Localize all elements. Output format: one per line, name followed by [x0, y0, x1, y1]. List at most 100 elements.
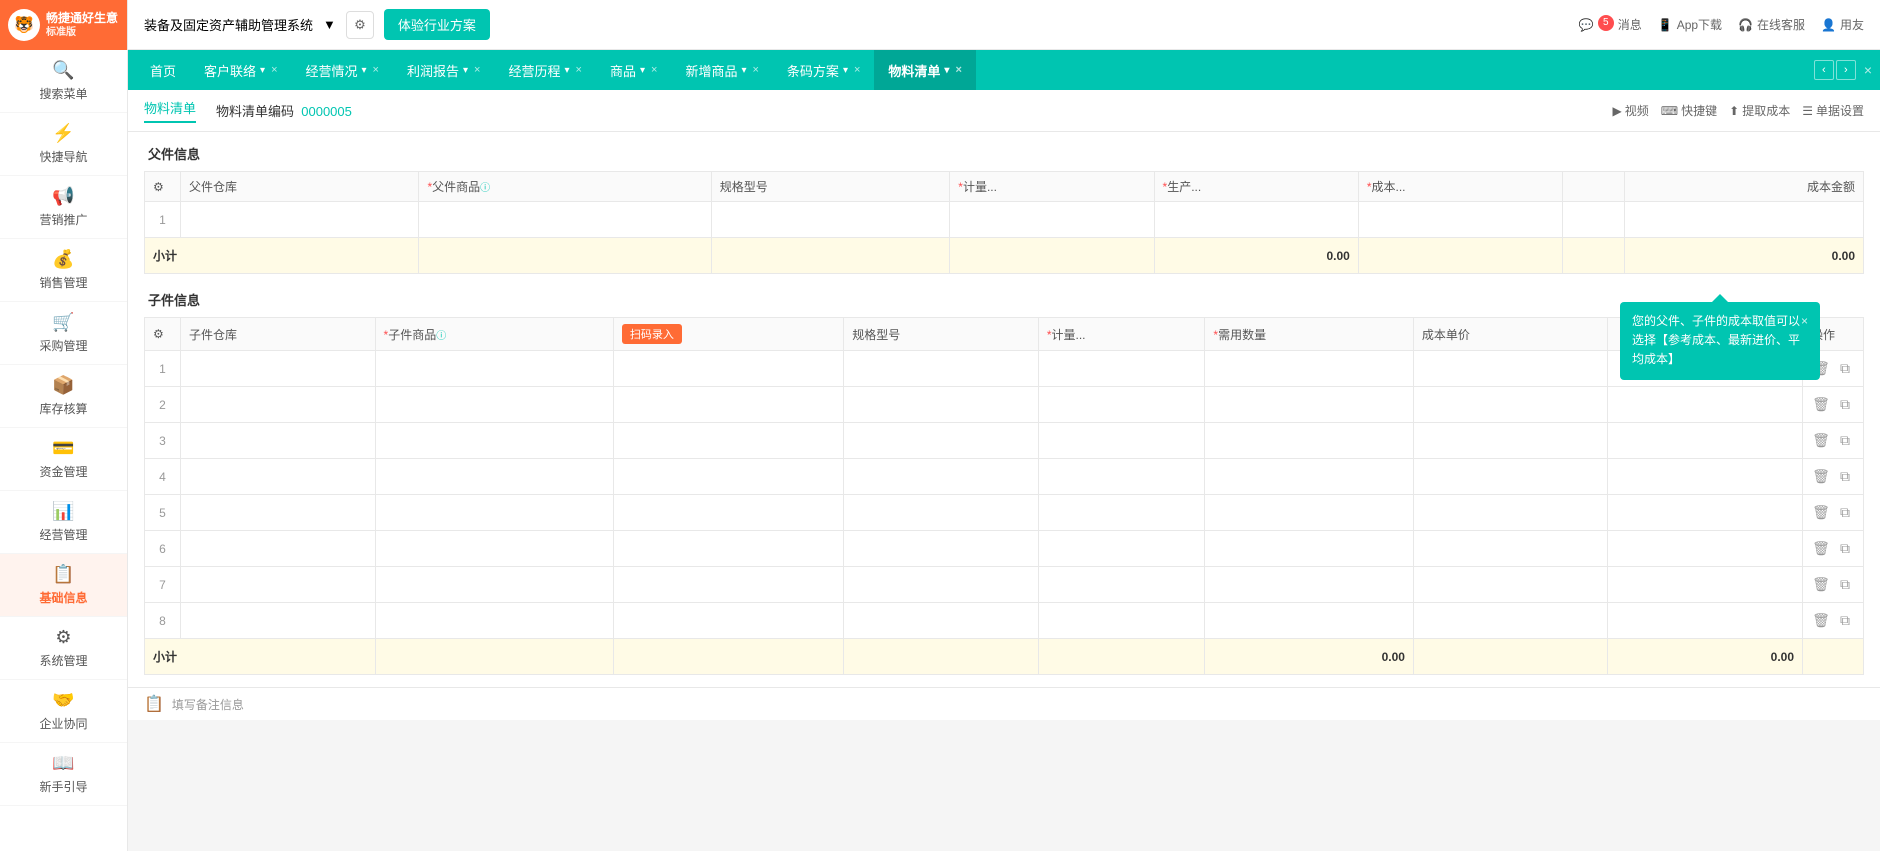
nav-tab-0[interactable]: 首页 [136, 50, 190, 90]
parent-spec-cell[interactable] [711, 202, 949, 238]
child-product-0[interactable] [375, 351, 613, 387]
child-spec-1[interactable] [844, 387, 1039, 423]
copy-btn-1[interactable]: ⧉ [1835, 395, 1855, 415]
child-measure-2[interactable] [1038, 423, 1205, 459]
parent-produce-cell[interactable] [1154, 202, 1358, 238]
child-spec-7[interactable] [844, 603, 1039, 639]
child-qty-0[interactable] [1205, 351, 1414, 387]
message-btn[interactable]: 💬 5 消息 [1579, 16, 1642, 33]
child-warehouse-6[interactable] [181, 567, 376, 603]
child-unit-cost-1[interactable] [1413, 387, 1608, 423]
child-spec-6[interactable] [844, 567, 1039, 603]
parent-warehouse-cell[interactable] [181, 202, 419, 238]
child-warehouse-0[interactable] [181, 351, 376, 387]
parent-measure-cell[interactable] [950, 202, 1154, 238]
nav-tab-close-6[interactable]: × [752, 64, 758, 76]
sidebar-item-7[interactable]: 📊经营管理 [0, 491, 127, 554]
sidebar-item-8[interactable]: 📋基础信息 [0, 554, 127, 617]
child-measure-5[interactable] [1038, 531, 1205, 567]
child-product-5[interactable] [375, 531, 613, 567]
child-warehouse-1[interactable] [181, 387, 376, 423]
extract-cost-btn[interactable]: ⬆ 提取成本 [1729, 102, 1790, 119]
delete-btn-4[interactable]: 🗑 [1811, 503, 1831, 523]
sidebar-item-3[interactable]: 💰销售管理 [0, 239, 127, 302]
nav-tab-6[interactable]: 新增商品▾× [671, 50, 772, 90]
single-setting-btn[interactable]: ☰ 单据设置 [1802, 102, 1864, 119]
delete-btn-3[interactable]: 🗑 [1811, 467, 1831, 487]
nav-tab-2[interactable]: 经营情况▾× [292, 50, 393, 90]
child-warehouse-2[interactable] [181, 423, 376, 459]
parent-th-gear[interactable]: ⚙ [145, 172, 181, 202]
child-product-4[interactable] [375, 495, 613, 531]
child-unit-cost-5[interactable] [1413, 531, 1608, 567]
child-measure-4[interactable] [1038, 495, 1205, 531]
experience-btn[interactable]: 体验行业方案 [384, 9, 490, 40]
sidebar-item-5[interactable]: 📦库存核算 [0, 365, 127, 428]
sidebar-item-1[interactable]: ⚡快捷导航 [0, 113, 127, 176]
gear-button[interactable]: ⚙ [346, 11, 374, 39]
child-measure-6[interactable] [1038, 567, 1205, 603]
delete-btn-1[interactable]: 🗑 [1811, 395, 1831, 415]
sidebar-item-0[interactable]: 🔍搜索菜单 [0, 50, 127, 113]
delete-btn-2[interactable]: 🗑 [1811, 431, 1831, 451]
nav-tab-8[interactable]: 物料清单▾× [874, 50, 975, 90]
child-warehouse-3[interactable] [181, 459, 376, 495]
online-service-btn[interactable]: 🎧 在线客服 [1738, 16, 1805, 33]
nav-tab-close-5[interactable]: × [651, 64, 657, 76]
delete-btn-5[interactable]: 🗑 [1811, 539, 1831, 559]
user-menu[interactable]: 👤 用友 [1821, 16, 1864, 33]
tab-bom-list[interactable]: 物料清单 [144, 98, 196, 123]
sidebar-item-6[interactable]: 💳资金管理 [0, 428, 127, 491]
nav-tab-close-7[interactable]: × [854, 64, 860, 76]
scan-btn[interactable]: 扫码录入 [622, 324, 682, 344]
child-qty-4[interactable] [1205, 495, 1414, 531]
nav-tab-1[interactable]: 客户联络▾× [190, 50, 291, 90]
child-spec-4[interactable] [844, 495, 1039, 531]
child-measure-3[interactable] [1038, 459, 1205, 495]
child-unit-cost-4[interactable] [1413, 495, 1608, 531]
child-spec-5[interactable] [844, 531, 1039, 567]
child-spec-3[interactable] [844, 459, 1039, 495]
nav-tab-close-8[interactable]: × [955, 64, 961, 76]
nav-tab-7[interactable]: 条码方案▾× [773, 50, 874, 90]
child-product-3[interactable] [375, 459, 613, 495]
child-qty-1[interactable] [1205, 387, 1414, 423]
copy-btn-5[interactable]: ⧉ [1835, 539, 1855, 559]
child-qty-2[interactable] [1205, 423, 1414, 459]
child-product-2[interactable] [375, 423, 613, 459]
child-warehouse-7[interactable] [181, 603, 376, 639]
nav-tab-close-3[interactable]: × [474, 64, 480, 76]
child-warehouse-4[interactable] [181, 495, 376, 531]
nav-tab-close-2[interactable]: × [373, 64, 379, 76]
child-spec-0[interactable] [844, 351, 1039, 387]
child-unit-cost-0[interactable] [1413, 351, 1608, 387]
child-th-gear[interactable]: ⚙ [145, 318, 181, 351]
parent-cost-cell[interactable] [1358, 202, 1562, 238]
sidebar-item-10[interactable]: 🤝企业协同 [0, 680, 127, 743]
child-qty-3[interactable] [1205, 459, 1414, 495]
nav-prev[interactable]: ‹ [1814, 60, 1834, 80]
child-measure-0[interactable] [1038, 351, 1205, 387]
video-btn[interactable]: ▶ 视频 [1613, 102, 1649, 119]
sidebar-item-9[interactable]: ⚙系统管理 [0, 617, 127, 680]
close-all-tabs[interactable]: × [1864, 62, 1872, 78]
child-warehouse-5[interactable] [181, 531, 376, 567]
copy-btn-7[interactable]: ⧉ [1835, 611, 1855, 631]
child-unit-cost-6[interactable] [1413, 567, 1608, 603]
delete-btn-7[interactable]: 🗑 [1811, 611, 1831, 631]
child-spec-2[interactable] [844, 423, 1039, 459]
nav-tab-close-1[interactable]: × [271, 64, 277, 76]
nav-tab-close-4[interactable]: × [576, 64, 582, 76]
nav-next[interactable]: › [1836, 60, 1856, 80]
sidebar-item-11[interactable]: 📖新手引导 [0, 743, 127, 806]
shortcut-btn[interactable]: ⌨ 快捷键 [1661, 102, 1717, 119]
child-measure-7[interactable] [1038, 603, 1205, 639]
child-product-7[interactable] [375, 603, 613, 639]
copy-btn-0[interactable]: ⧉ [1835, 359, 1855, 379]
delete-btn-6[interactable]: 🗑 [1811, 575, 1831, 595]
child-measure-1[interactable] [1038, 387, 1205, 423]
child-qty-6[interactable] [1205, 567, 1414, 603]
sidebar-item-4[interactable]: 🛒采购管理 [0, 302, 127, 365]
child-unit-cost-7[interactable] [1413, 603, 1608, 639]
child-unit-cost-2[interactable] [1413, 423, 1608, 459]
